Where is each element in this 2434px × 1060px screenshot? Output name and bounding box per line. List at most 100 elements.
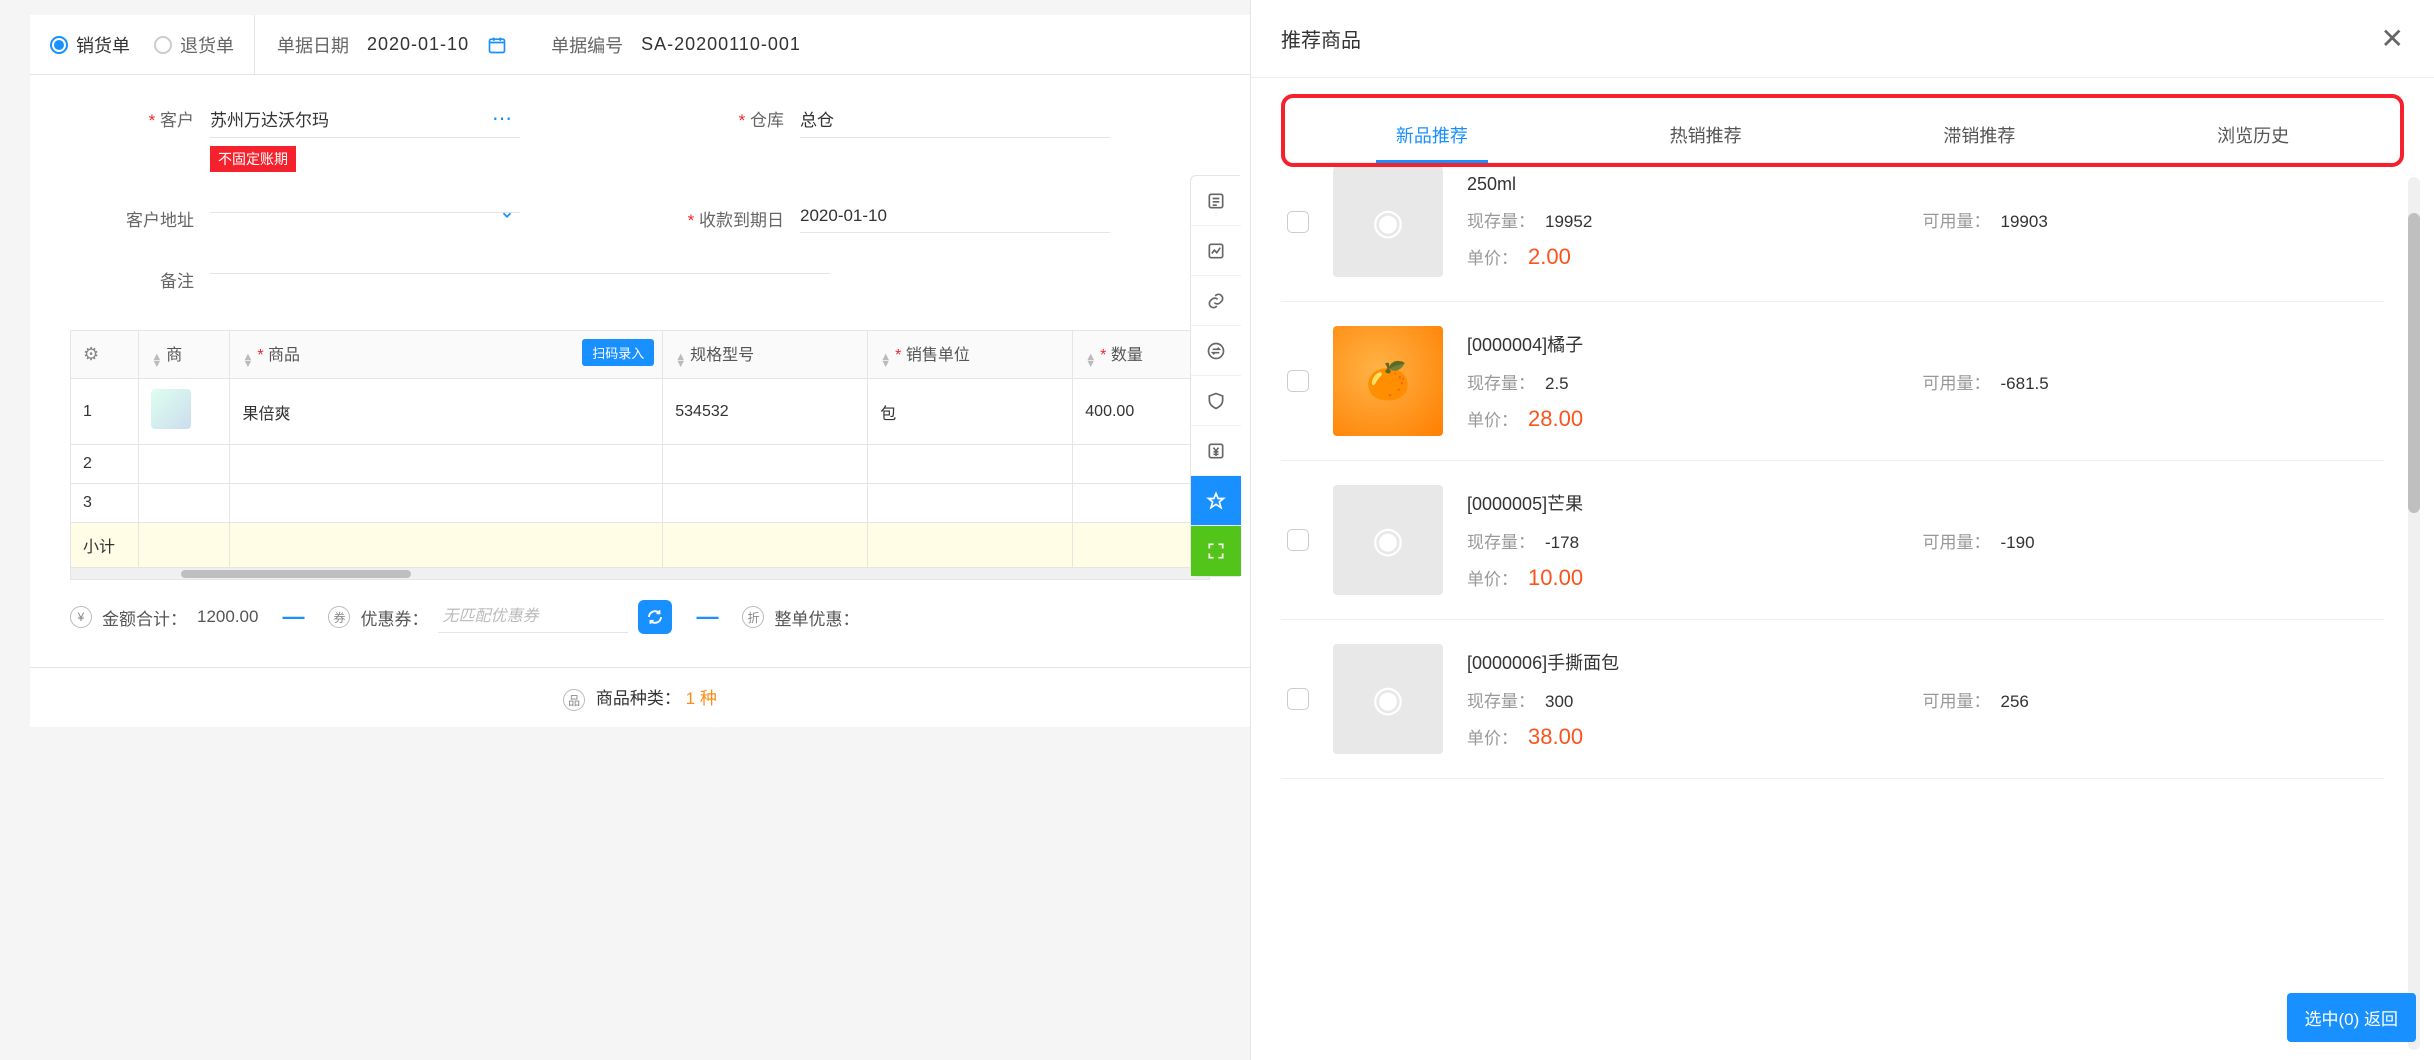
annotation-highlight: 新品推荐 热销推荐 滞销推荐 浏览历史 — [1281, 94, 2404, 167]
scroll-thumb[interactable] — [2408, 213, 2420, 513]
product-checkbox[interactable] — [1287, 370, 1309, 392]
toolbar-star-icon[interactable] — [1191, 476, 1241, 526]
stock-kv: 现存量：-178 — [1467, 528, 1923, 553]
tab-history[interactable]: 浏览历史 — [2207, 108, 2299, 162]
recommend-panel: 推荐商品 ✕ 新品推荐 热销推荐 滞销推荐 浏览历史 ◉ 250ml 现存量：1… — [1250, 0, 2434, 1060]
customer-label: 客户 — [70, 100, 210, 131]
coupon-input[interactable] — [438, 602, 628, 633]
row-product[interactable]: 果倍爽 — [230, 379, 663, 445]
warehouse-text: 总仓 — [800, 111, 834, 130]
toolbar-list-icon[interactable] — [1191, 176, 1241, 226]
vertical-scrollbar[interactable] — [2408, 177, 2420, 1050]
remark-field[interactable]: 备注 — [70, 261, 830, 292]
warehouse-value[interactable]: 总仓 — [800, 100, 1110, 138]
product-list: ◉ 250ml 现存量：19952 可用量：19903 单价：2.00 🍊 [0… — [1281, 167, 2384, 779]
tab-new[interactable]: 新品推荐 — [1386, 108, 1478, 162]
account-period-badge: 不固定账期 — [210, 146, 296, 172]
order-form-fields: 客户 苏州万达沃尔玛 ⋯ 不固定账期 仓库 总仓 客户地址 — [30, 75, 1250, 330]
sort-icon: ▲▼ — [242, 354, 253, 368]
close-icon[interactable]: ✕ — [2381, 22, 2404, 55]
product-title: [0000006]手撕面包 — [1467, 649, 2378, 675]
price-kv: 单价：28.00 — [1467, 406, 2378, 432]
whole-label: 整单优惠： — [774, 605, 859, 630]
col-qty[interactable]: ▲▼数量 — [1073, 331, 1210, 379]
chevron-down-icon[interactable] — [500, 208, 514, 222]
subtotal-row: 小计 — [71, 523, 1210, 568]
toolbar-shield-icon[interactable] — [1191, 376, 1241, 426]
toolbar-currency-icon[interactable] — [1191, 426, 1241, 476]
radio-label: 退货单 — [180, 32, 234, 58]
toolbar-link-icon[interactable] — [1191, 276, 1241, 326]
doc-date-field[interactable]: 单据日期 2020-01-10 — [255, 32, 529, 58]
warehouse-field[interactable]: 仓库 总仓 — [660, 100, 1110, 138]
remark-value[interactable] — [210, 261, 830, 274]
product-checkbox[interactable] — [1287, 688, 1309, 710]
doc-number-field: 单据编号 SA-20200110-001 — [529, 32, 823, 58]
avail-kv: 可用量：-681.5 — [1923, 369, 2379, 394]
product-item[interactable]: ◉ [0000005]芒果 现存量：-178 可用量：-190 单价：10.00 — [1281, 461, 2384, 620]
product-info: 250ml 现存量：19952 可用量：19903 单价：2.00 — [1467, 174, 2378, 270]
address-field[interactable]: 客户地址 — [70, 200, 520, 231]
doc-date-value: 2020-01-10 — [367, 34, 469, 55]
order-type-radio-group: 销货单 退货单 — [30, 15, 255, 75]
ellipsis-icon[interactable]: ⋯ — [492, 106, 514, 131]
due-value[interactable]: 2020-01-10 — [800, 200, 1110, 233]
calendar-icon[interactable] — [487, 35, 507, 55]
customer-field[interactable]: 客户 苏州万达沃尔玛 ⋯ 不固定账期 — [70, 100, 520, 172]
line-items-table: ⚙ ▲▼商 ▲▼商品 扫码录入 ▲▼规格型号 ▲▼销售单位 ▲▼数量 1 果倍爽 — [70, 330, 1210, 568]
side-toolbar — [1190, 175, 1240, 577]
scan-input-button[interactable]: 扫码录入 — [582, 339, 654, 366]
row-index: 3 — [71, 484, 139, 523]
due-text: 2020-01-10 — [800, 206, 887, 225]
table-row[interactable]: 1 果倍爽 534532 包 400.00 — [71, 379, 1210, 445]
col-spec[interactable]: ▲▼规格型号 — [663, 331, 868, 379]
col-unit[interactable]: ▲▼销售单位 — [868, 331, 1073, 379]
toolbar-swap-icon[interactable] — [1191, 326, 1241, 376]
kinds-value: 1 — [686, 689, 695, 708]
footer-summary: 品 商品种类： 1 种 — [30, 667, 1250, 727]
row-qty[interactable]: 400.00 — [1073, 379, 1210, 445]
product-checkbox[interactable] — [1287, 211, 1309, 233]
recommend-title: 推荐商品 — [1281, 24, 1361, 53]
toolbar-chart-icon[interactable] — [1191, 226, 1241, 276]
avail-kv: 可用量：-190 — [1923, 528, 2379, 553]
recommend-header: 推荐商品 ✕ — [1251, 0, 2434, 78]
refresh-button[interactable] — [638, 600, 672, 634]
col-product[interactable]: ▲▼商品 扫码录入 — [230, 331, 663, 379]
doc-no-label: 单据编号 — [551, 32, 623, 58]
subtotal-label: 小计 — [71, 523, 139, 568]
product-item[interactable]: ◉ [0000006]手撕面包 现存量：300 可用量：256 单价：38.00 — [1281, 620, 2384, 779]
row-spec[interactable]: 534532 — [663, 379, 868, 445]
table-row[interactable]: 3 — [71, 484, 1210, 523]
tab-hot[interactable]: 热销推荐 — [1660, 108, 1752, 162]
stock-kv: 现存量：19952 — [1467, 207, 1923, 232]
row-unit[interactable]: 包 — [868, 379, 1073, 445]
scroll-thumb[interactable] — [181, 570, 411, 578]
product-checkbox[interactable] — [1287, 529, 1309, 551]
col-image[interactable]: ▲▼商 — [139, 331, 230, 379]
customer-text: 苏州万达沃尔玛 — [210, 111, 329, 130]
col-settings[interactable]: ⚙ — [71, 331, 139, 379]
table-row[interactable]: 2 — [71, 445, 1210, 484]
radio-sale-order[interactable]: 销货单 — [50, 32, 130, 58]
kinds-suffix: 种 — [700, 689, 717, 708]
product-title: [0000005]芒果 — [1467, 490, 2378, 516]
product-image-placeholder: ◉ — [1333, 644, 1443, 754]
due-date-field[interactable]: 收款到期日 2020-01-10 — [660, 200, 1110, 233]
select-return-button[interactable]: 选中(0) 返回 — [2287, 993, 2417, 1042]
product-item[interactable]: 🍊 [0000004]橘子 现存量：2.5 可用量：-681.5 单价：28.0… — [1281, 302, 2384, 461]
avail-kv: 可用量：19903 — [1923, 207, 2379, 232]
horizontal-scrollbar[interactable] — [70, 568, 1210, 580]
whole-discount: 折 整单优惠： — [742, 605, 859, 630]
tab-slow[interactable]: 滞销推荐 — [1933, 108, 2025, 162]
product-image-orange: 🍊 — [1333, 326, 1443, 436]
product-item[interactable]: ◉ 250ml 现存量：19952 可用量：19903 单价：2.00 — [1281, 167, 2384, 302]
toolbar-expand-icon[interactable] — [1191, 526, 1241, 576]
sort-icon: ▲▼ — [151, 354, 162, 368]
customer-value[interactable]: 苏州万达沃尔玛 ⋯ — [210, 100, 520, 138]
radio-return-order[interactable]: 退货单 — [154, 32, 234, 58]
product-info: [0000005]芒果 现存量：-178 可用量：-190 单价：10.00 — [1467, 490, 2378, 591]
warehouse-label: 仓库 — [660, 100, 800, 131]
price-kv: 单价：38.00 — [1467, 724, 2378, 750]
address-value[interactable] — [210, 200, 520, 213]
